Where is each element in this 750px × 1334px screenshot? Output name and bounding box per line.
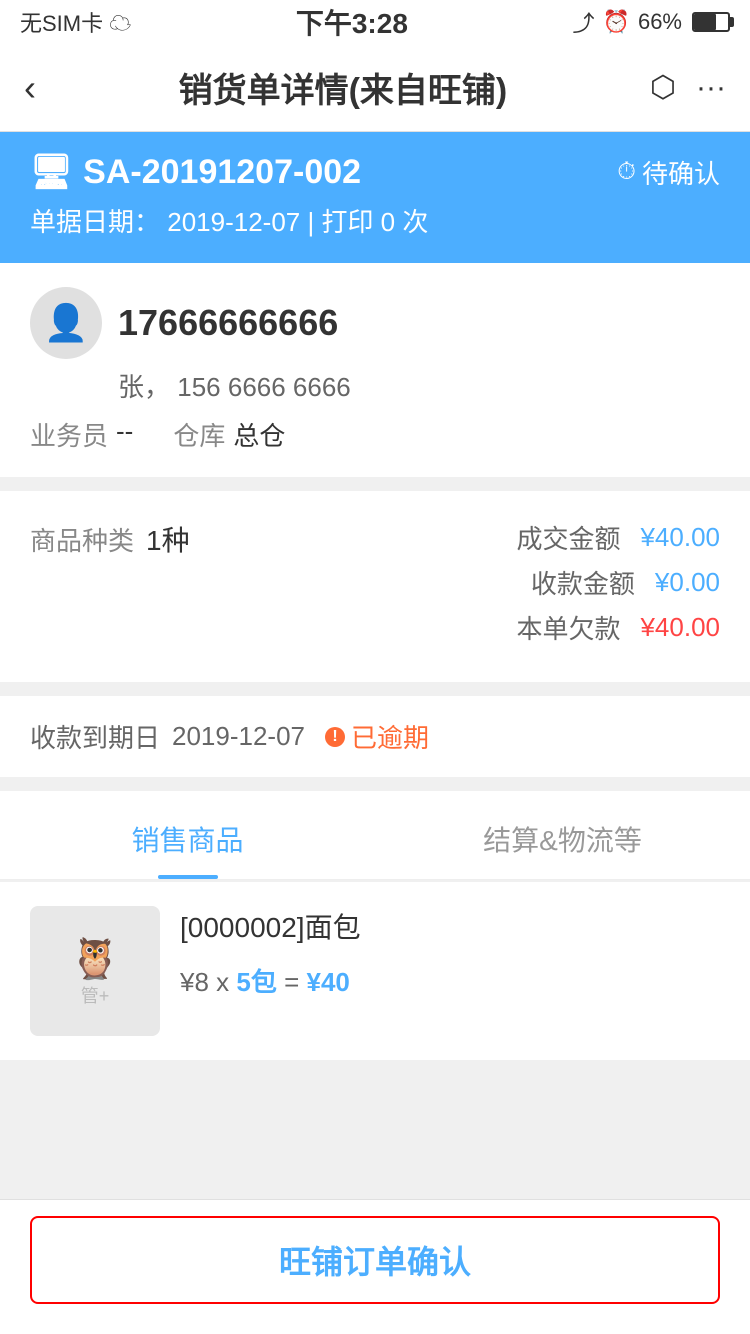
page-title: 销货单详情(来自旺铺) xyxy=(179,63,508,112)
tab-sales-product[interactable]: 销售商品 xyxy=(0,791,375,879)
category-label: 商品种类 xyxy=(30,521,134,558)
product-price: ¥8 xyxy=(180,967,209,997)
product-info: [0000002]面包 ¥8 x 5包 = ¥40 xyxy=(180,906,720,1036)
order-status: ⏱ 待确认 xyxy=(617,154,720,191)
order-id-row: 🖥 SA-20191207-002 ⏱ 待确认 xyxy=(30,152,720,192)
order-id: 🖥 SA-20191207-002 xyxy=(30,152,361,192)
nav-bar: ‹ 销货单详情(来自旺铺) ⬡ ··· xyxy=(0,44,750,132)
customer-info: 张， 156 6666 6666 xyxy=(30,367,720,404)
share-icon[interactable]: ⬡ xyxy=(650,70,676,105)
location-icon: ⤴ xyxy=(573,6,595,38)
tabs-container: 销售商品 结算&物流等 xyxy=(0,791,750,880)
due-date-value: 2019-12-07 xyxy=(172,721,305,752)
clock-icon: ⏱ xyxy=(617,158,636,186)
stat-row-0: 成交金额 ¥40.00 xyxy=(516,519,720,556)
date-label: 单据日期： xyxy=(30,207,160,237)
confirm-order-button[interactable]: 旺铺订单确认 xyxy=(30,1216,720,1304)
customer-phone: 17666666666 xyxy=(118,302,338,344)
stat-value-1: ¥0.00 xyxy=(655,567,720,598)
order-date-value: 2019-12-07 xyxy=(167,207,300,237)
salesman-item: 业务员 -- xyxy=(30,416,133,453)
product-card: 🦉 管+ [0000002]面包 ¥8 x 5包 = ¥40 xyxy=(0,882,750,1060)
stats-left: 商品种类 1种 xyxy=(30,519,190,559)
print-info: | 打印 0 次 xyxy=(307,207,428,237)
overdue-badge: ! 已逾期 xyxy=(325,718,429,755)
stat-value-0: ¥40.00 xyxy=(640,522,720,553)
order-date-row: 单据日期： 2019-12-07 | 打印 0 次 xyxy=(30,202,720,239)
product-name: [0000002]面包 xyxy=(180,906,720,946)
customer-phone2: 156 6666 6666 xyxy=(177,372,351,402)
salesman-value: -- xyxy=(116,416,133,453)
overdue-dot-icon: ! xyxy=(325,727,345,747)
status-bar: 无SIM卡 ☁ 下午3:28 ⤴ ⏰ 66% xyxy=(0,0,750,44)
back-button[interactable]: ‹ xyxy=(24,67,36,109)
customer-meta: 业务员 -- 仓库 总仓 xyxy=(30,416,720,453)
warehouse-label: 仓库 xyxy=(173,416,225,453)
product-total: ¥40 xyxy=(306,967,349,997)
status-right: ⤴ ⏰ 66% xyxy=(573,6,730,38)
stat-row-2: 本单欠款 ¥40.00 xyxy=(516,609,720,646)
order-status-text: 待确认 xyxy=(642,154,720,191)
alarm-icon: ⏰ xyxy=(603,9,630,35)
tab-settlement-label: 结算&物流等 xyxy=(483,825,642,856)
product-price-row: ¥8 x 5包 = ¥40 xyxy=(180,962,720,999)
status-left: 无SIM卡 ☁ xyxy=(20,6,131,38)
order-icon: 🖥 xyxy=(30,152,73,192)
due-date-label: 收款到期日 xyxy=(30,718,160,755)
due-date-card: 收款到期日 2019-12-07 ! 已逾期 xyxy=(0,696,750,777)
order-header: 🖥 SA-20191207-002 ⏱ 待确认 单据日期： 2019-12-07… xyxy=(0,132,750,263)
salesman-label: 业务员 xyxy=(30,416,108,453)
product-thumb-inner: 🦉 管+ xyxy=(30,906,160,1036)
customer-name: 张， xyxy=(118,372,170,402)
owl-plus-text: 管+ xyxy=(81,982,110,1008)
warehouse-item: 仓库 总仓 xyxy=(173,416,285,453)
tab-settlement[interactable]: 结算&物流等 xyxy=(375,791,750,879)
avatar-icon: 👤 xyxy=(44,302,89,344)
more-icon[interactable]: ··· xyxy=(696,71,726,105)
owl-logo-icon: 🦉 xyxy=(70,935,120,982)
overdue-text: 已逾期 xyxy=(351,718,429,755)
battery-label: 66% xyxy=(638,9,682,35)
product-quantity: 5包 xyxy=(236,967,276,997)
stat-label-1: 收款金额 xyxy=(531,564,635,601)
stats-card: 商品种类 1种 成交金额 ¥40.00 收款金额 ¥0.00 本单欠款 ¥40.… xyxy=(0,491,750,682)
customer-row: 👤 17666666666 xyxy=(30,287,720,359)
category-value: 1种 xyxy=(146,519,190,559)
warehouse-value: 总仓 xyxy=(233,416,285,453)
stats-right: 成交金额 ¥40.00 收款金额 ¥0.00 本单欠款 ¥40.00 xyxy=(516,519,720,654)
avatar: 👤 xyxy=(30,287,102,359)
no-sim-label: 无SIM卡 ☁ xyxy=(20,6,131,38)
stat-label-0: 成交金额 xyxy=(516,519,620,556)
stat-value-2: ¥40.00 xyxy=(640,612,720,643)
stat-label-2: 本单欠款 xyxy=(516,609,620,646)
battery-icon xyxy=(692,12,730,32)
product-thumbnail: 🦉 管+ xyxy=(30,906,160,1036)
nav-actions: ⬡ ··· xyxy=(650,70,726,105)
bottom-bar: 旺铺订单确认 xyxy=(0,1199,750,1334)
order-id-text: SA-20191207-002 xyxy=(83,153,361,192)
divider-3 xyxy=(0,779,750,791)
stat-row-1: 收款金额 ¥0.00 xyxy=(516,564,720,601)
divider-2 xyxy=(0,684,750,696)
status-time: 下午3:28 xyxy=(296,2,408,42)
tab-sales-label: 销售商品 xyxy=(131,825,243,856)
customer-card: 👤 17666666666 张， 156 6666 6666 业务员 -- 仓库… xyxy=(0,263,750,477)
divider-1 xyxy=(0,479,750,491)
